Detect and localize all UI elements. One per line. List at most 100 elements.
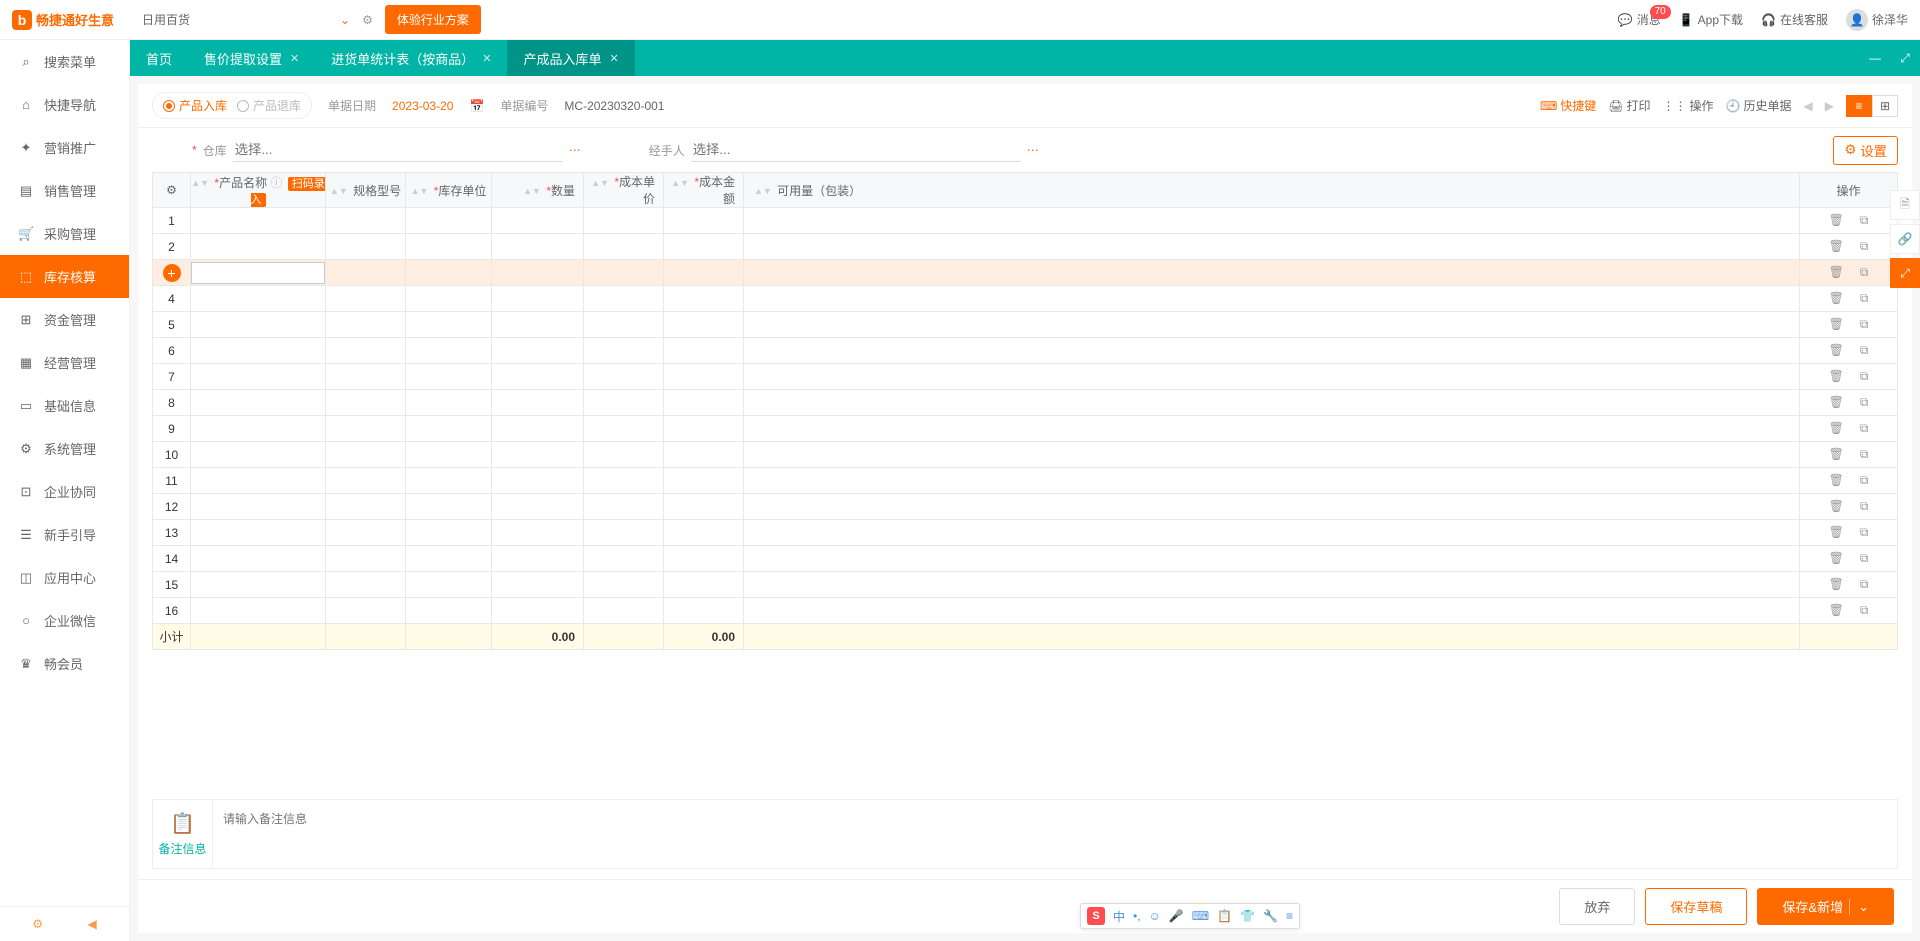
cell-avail[interactable] (744, 520, 1800, 546)
sidebar-item-3[interactable]: ▤销售管理 (0, 169, 129, 212)
table-row[interactable]: 9🗑⧉ (153, 416, 1898, 442)
copy-row-icon[interactable]: ⧉ (1860, 265, 1869, 280)
cell-unit[interactable] (406, 416, 492, 442)
service-link[interactable]: 🎧 在线客服 (1761, 11, 1828, 28)
ime-punct-icon[interactable]: •, (1133, 909, 1141, 923)
col-avail[interactable]: ▲▼ 可用量（包装） (744, 173, 1800, 208)
cell-unit[interactable] (406, 494, 492, 520)
calendar-icon[interactable]: 📅 (469, 99, 484, 113)
cell-qty[interactable] (492, 312, 584, 338)
sidebar-item-0[interactable]: ⌕搜索菜单 (0, 40, 129, 83)
cell-product[interactable] (191, 260, 326, 286)
delete-row-icon[interactable]: 🗑 (1829, 499, 1844, 514)
delete-row-icon[interactable]: 🗑 (1829, 265, 1844, 280)
warehouse-input[interactable] (233, 138, 563, 162)
cell-price[interactable] (584, 234, 664, 260)
cell-product[interactable] (191, 494, 326, 520)
copy-row-icon[interactable]: ⧉ (1860, 395, 1869, 410)
cell-avail[interactable] (744, 494, 1800, 520)
help-icon[interactable]: ⓘ (270, 176, 282, 190)
table-row[interactable]: 4🗑⧉ (153, 286, 1898, 312)
cell-unit[interactable] (406, 338, 492, 364)
sidebar-item-2[interactable]: ✦营销推广 (0, 126, 129, 169)
cell-price[interactable] (584, 468, 664, 494)
copy-row-icon[interactable]: ⧉ (1860, 369, 1869, 384)
cell-product[interactable] (191, 546, 326, 572)
table-row[interactable]: 1🗑⧉ (153, 208, 1898, 234)
radio-product-in[interactable]: 产品入库 (163, 97, 227, 114)
delete-row-icon[interactable]: 🗑 (1829, 343, 1844, 358)
nav-prev-icon[interactable]: ◀ (1804, 99, 1813, 113)
cell-spec[interactable] (326, 312, 406, 338)
table-row[interactable]: 6🗑⧉ (153, 338, 1898, 364)
cell-amount[interactable] (664, 286, 744, 312)
cell-qty[interactable] (492, 520, 584, 546)
copy-row-icon[interactable]: ⧉ (1860, 525, 1869, 540)
cell-avail[interactable] (744, 338, 1800, 364)
cell-product[interactable] (191, 390, 326, 416)
cell-amount[interactable] (664, 468, 744, 494)
remark-input[interactable] (213, 800, 1897, 868)
table-row[interactable]: 15🗑⧉ (153, 572, 1898, 598)
cell-amount[interactable] (664, 338, 744, 364)
table-row[interactable]: 7🗑⧉ (153, 364, 1898, 390)
gear-icon[interactable]: ⚙ (362, 13, 373, 27)
cell-product[interactable] (191, 364, 326, 390)
cell-price[interactable] (584, 286, 664, 312)
ime-skin-icon[interactable]: 👕 (1240, 909, 1255, 923)
cell-spec[interactable] (326, 598, 406, 624)
cell-product[interactable] (191, 572, 326, 598)
cell-unit[interactable] (406, 260, 492, 286)
cell-price[interactable] (584, 598, 664, 624)
cell-amount[interactable] (664, 416, 744, 442)
cell-price[interactable] (584, 338, 664, 364)
cell-price[interactable] (584, 260, 664, 286)
delete-row-icon[interactable]: 🗑 (1829, 369, 1844, 384)
delete-row-icon[interactable]: 🗑 (1829, 603, 1844, 618)
delete-row-icon[interactable]: 🗑 (1829, 525, 1844, 540)
sidebar-item-1[interactable]: ⌂快捷导航 (0, 83, 129, 126)
sidebar-item-8[interactable]: ▭基础信息 (0, 384, 129, 427)
copy-row-icon[interactable]: ⧉ (1860, 577, 1869, 592)
handler-input[interactable] (691, 138, 1021, 162)
ime-mic-icon[interactable]: 🎤 (1169, 909, 1184, 923)
sidebar-item-6[interactable]: ⊞资金管理 (0, 298, 129, 341)
cell-unit[interactable] (406, 390, 492, 416)
cell-product[interactable] (191, 416, 326, 442)
cell-amount[interactable] (664, 208, 744, 234)
copy-row-icon[interactable]: ⧉ (1860, 291, 1869, 306)
cell-spec[interactable] (326, 260, 406, 286)
cell-spec[interactable] (326, 494, 406, 520)
cell-unit[interactable] (406, 286, 492, 312)
cell-qty[interactable] (492, 416, 584, 442)
sidebar-item-10[interactable]: ⊡企业协同 (0, 470, 129, 513)
delete-row-icon[interactable]: 🗑 (1829, 577, 1844, 592)
trial-button[interactable]: 体验行业方案 (385, 5, 481, 34)
cell-qty[interactable] (492, 598, 584, 624)
cell-qty[interactable] (492, 338, 584, 364)
cell-price[interactable] (584, 416, 664, 442)
copy-row-icon[interactable]: ⧉ (1860, 317, 1869, 332)
table-row[interactable]: 2🗑⧉ (153, 234, 1898, 260)
tabs-minimize-button[interactable]: — (1860, 51, 1890, 65)
cell-avail[interactable] (744, 208, 1800, 234)
cell-product[interactable] (191, 208, 326, 234)
table-row[interactable]: 12🗑⧉ (153, 494, 1898, 520)
cell-spec[interactable] (326, 572, 406, 598)
print-link[interactable]: 🖨 打印 (1608, 97, 1650, 114)
cell-unit[interactable] (406, 364, 492, 390)
cell-avail[interactable] (744, 234, 1800, 260)
copy-row-icon[interactable]: ⧉ (1860, 213, 1869, 228)
cell-unit[interactable] (406, 442, 492, 468)
cell-spec[interactable] (326, 208, 406, 234)
cell-product[interactable] (191, 312, 326, 338)
sidebar-item-12[interactable]: ◫应用中心 (0, 556, 129, 599)
tab-3[interactable]: 产成品入库单✕ (507, 40, 634, 76)
close-icon[interactable]: ✕ (610, 52, 619, 65)
cell-qty[interactable] (492, 234, 584, 260)
shortcut-link[interactable]: ⌨ 快捷键 (1540, 97, 1596, 114)
rail-expand-icon[interactable]: ⤢ (1890, 258, 1920, 288)
cell-amount[interactable] (664, 598, 744, 624)
cell-unit[interactable] (406, 468, 492, 494)
cell-product[interactable] (191, 520, 326, 546)
